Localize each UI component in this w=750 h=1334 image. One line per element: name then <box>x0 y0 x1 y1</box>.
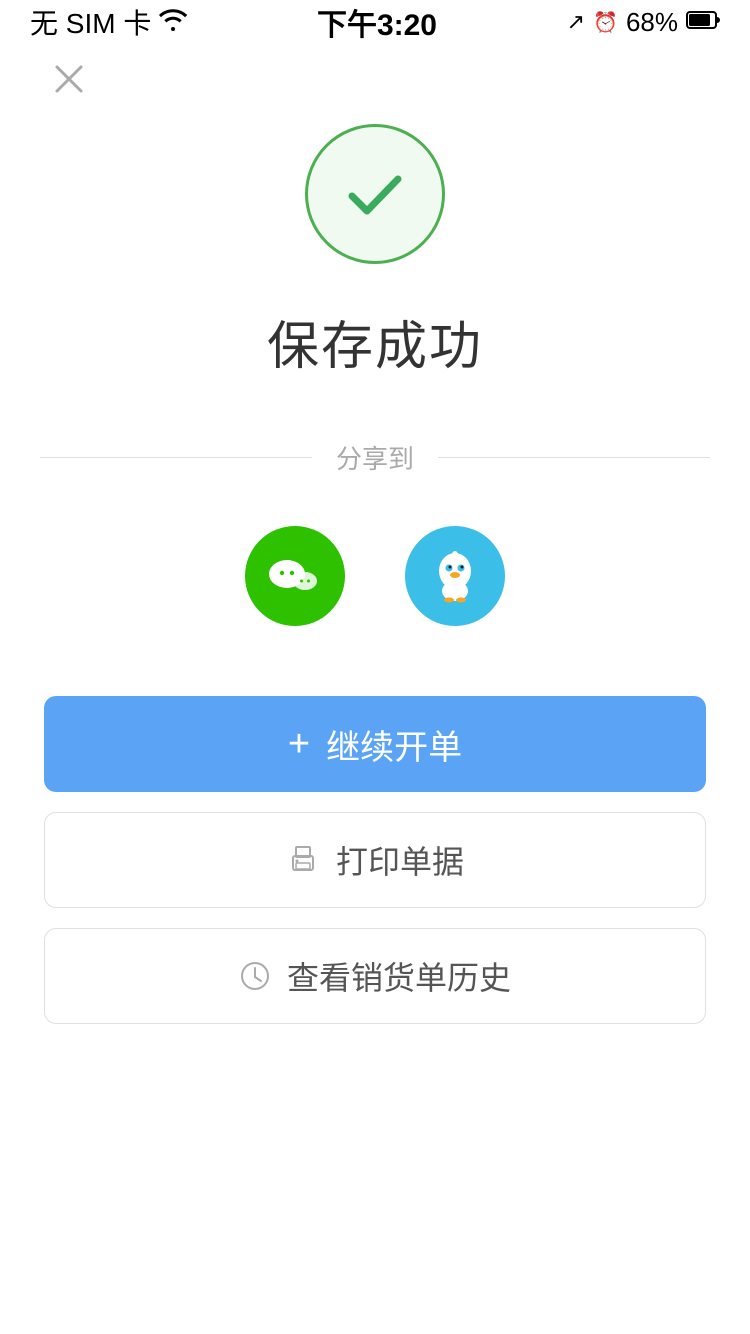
continue-label: 继续开单 <box>326 720 462 769</box>
battery-icon <box>686 8 720 36</box>
history-button[interactable]: 查看销货单历史 <box>44 928 706 1024</box>
print-label: 打印单据 <box>336 837 464 883</box>
history-label: 查看销货单历史 <box>287 953 511 999</box>
battery-percent: 68% <box>626 7 678 38</box>
share-divider: 分享到 <box>0 439 750 476</box>
success-title: 保存成功 <box>267 304 483 379</box>
continue-button[interactable]: + 继续开单 <box>44 696 706 792</box>
alarm-icon: ⏰ <box>593 10 618 35</box>
close-button[interactable] <box>44 54 94 104</box>
qq-icon <box>426 547 484 605</box>
printer-icon <box>286 843 320 877</box>
main-content: 保存成功 分享到 <box>0 44 750 1024</box>
checkmark-icon <box>340 159 410 229</box>
action-buttons: + 继续开单 打印单据 查看销货单历史 <box>0 696 750 1024</box>
print-button[interactable]: 打印单据 <box>44 812 706 908</box>
wechat-share-button[interactable] <box>245 526 345 626</box>
plus-icon: + <box>288 723 310 766</box>
status-bar: 无 SIM 卡 下午3:20 ↗ ⏰ 68% <box>0 0 750 44</box>
success-icon-circle <box>305 124 445 264</box>
share-label: 分享到 <box>312 439 438 476</box>
share-icons-group <box>245 526 505 626</box>
clock-icon <box>239 960 271 992</box>
status-right: ↗ ⏰ 68% <box>567 7 720 38</box>
wechat-icon <box>265 546 325 606</box>
no-sim-label: 无 SIM 卡 <box>30 2 151 42</box>
divider-right <box>438 457 710 458</box>
status-left: 无 SIM 卡 <box>30 2 187 42</box>
location-icon: ↗ <box>567 9 585 35</box>
wifi-icon <box>159 6 187 38</box>
qq-share-button[interactable] <box>405 526 505 626</box>
status-time: 下午3:20 <box>317 0 437 44</box>
divider-left <box>40 457 312 458</box>
